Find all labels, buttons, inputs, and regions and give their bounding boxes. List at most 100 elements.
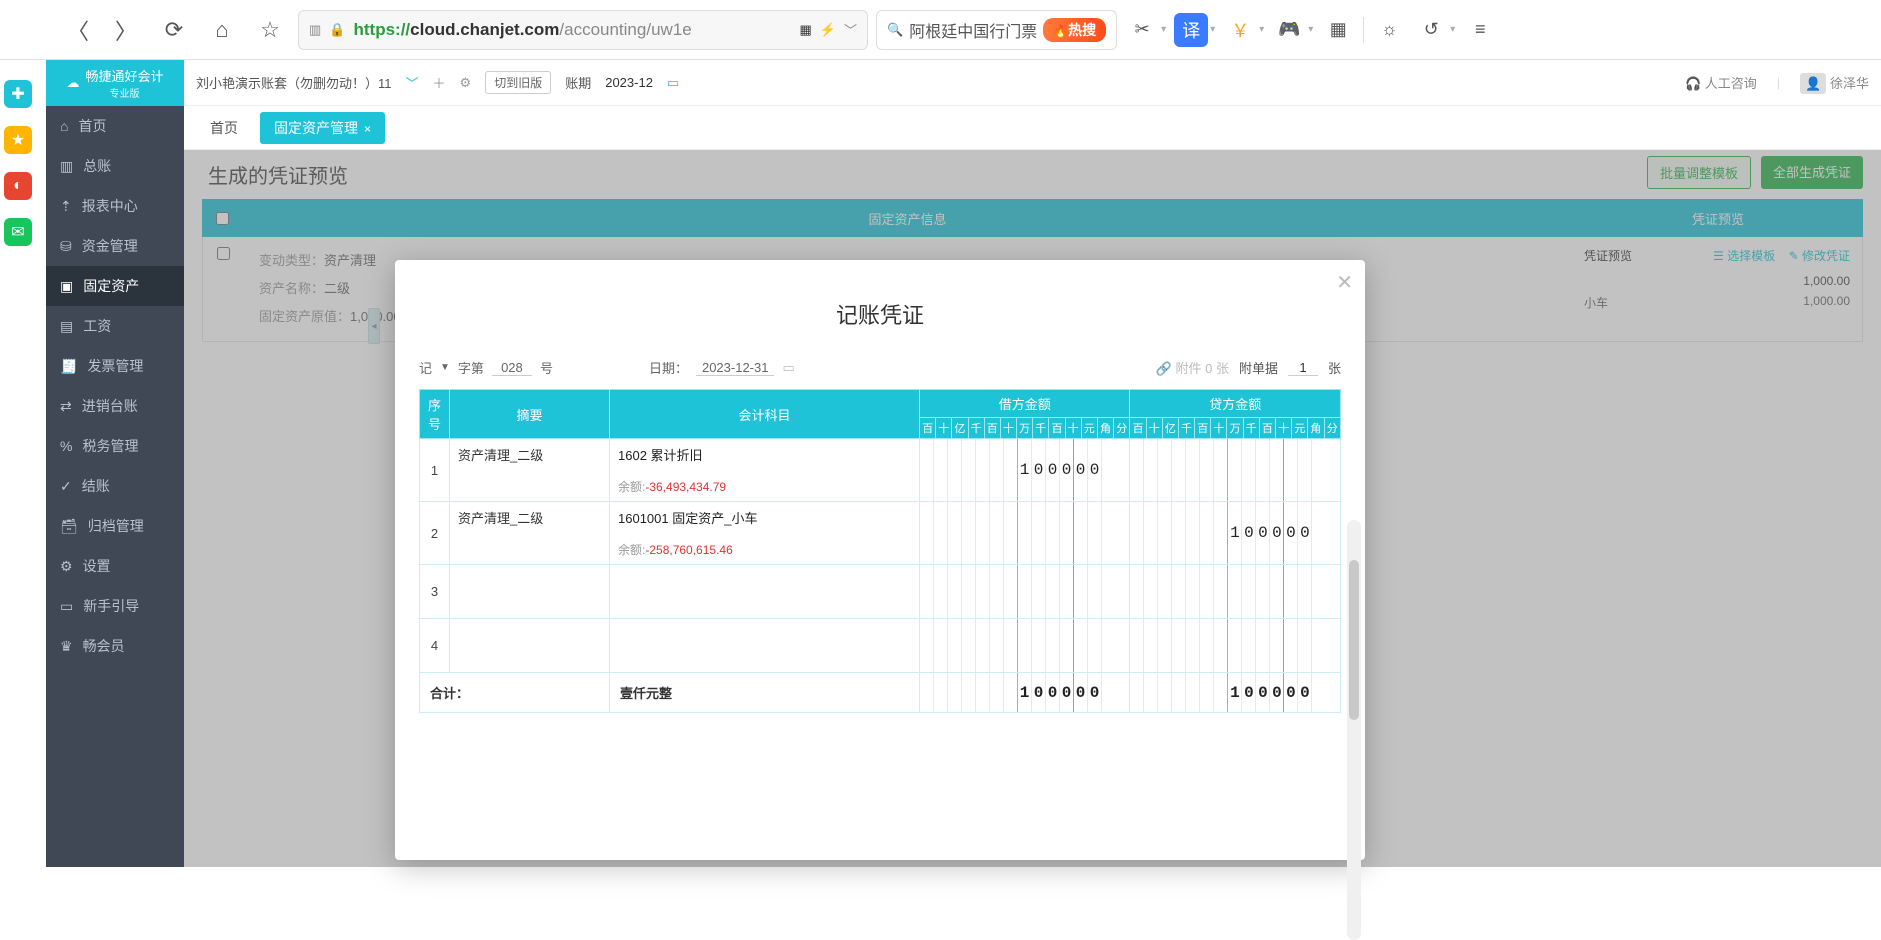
period-label: 账期 [565,73,591,92]
game-icon[interactable]: 🎮 [1272,13,1306,47]
search-icon: 🔍 [887,22,903,38]
app-icon-4[interactable]: ✉ [4,218,32,246]
voucher-meta: 记 ▼ 字第 028 号 日期： 2023-12-31 ▭ 🔗 附件 0 张 附… [395,358,1365,389]
os-icon-strip: ✚ ★ ◐ ✉ [0,60,36,246]
qr-icon[interactable]: ▦ [800,22,812,38]
user-menu[interactable]: 👤 徐泽华 [1800,73,1869,92]
back-icon[interactable]: 〈 [58,10,98,50]
account-dropdown-icon[interactable]: ﹀ [406,73,419,92]
sidebar-item-7[interactable]: ⇄进销台账 [46,386,184,426]
reload-icon[interactable]: ⟳ [154,10,194,50]
sidebar-label: 畅会员 [83,636,125,656]
sidebar-label: 首页 [78,116,106,136]
app-sidebar: ☁ 畅捷通好会计 专业版 ⌂ 首页 ▥ 总账 ⇡报表中心 ⛁ 资金管理 ▣固定资产▤工资 🧾 发票… [46,60,184,867]
sidebar-label: 固定资产 [83,276,139,296]
translate-icon[interactable]: 译 [1174,13,1208,47]
sidebar-icon: ⚙ [60,558,73,575]
sidebar-item-3[interactable]: ⛁ 资金管理 [46,226,184,266]
sidebar-label: 发票管理 [87,356,143,376]
sidebar-icon: ⌂ [60,118,68,134]
modal-title: 记账凭证 [395,298,1365,330]
period-value[interactable]: 2023-12 [605,75,653,90]
app-logo: ☁ 畅捷通好会计 专业版 [46,60,184,106]
sidebar-label: 总账 [83,156,111,176]
hot-badge: 🔥热搜 [1043,18,1106,42]
tab-home[interactable]: 首页 [196,112,252,144]
star-icon[interactable]: ☆ [250,10,290,50]
scrollbar[interactable] [1347,520,1361,940]
sidebar-icon: ▭ [60,598,73,615]
headset-icon: 🎧 [1685,76,1701,91]
switch-old-button[interactable]: 切到旧版 [485,71,551,94]
url-dropdown-icon[interactable]: ﹀ [844,20,857,39]
scrollbar-thumb[interactable] [1349,560,1359,720]
sidebar-icon: ✓ [60,478,72,495]
voucher-row[interactable]: 2 资产清理_二级 1601001 固定资产_小车余额:-258,760,615… [420,502,1341,565]
tab-fixed-asset[interactable]: 固定资产管理× [260,112,385,144]
search-text: 阿根廷中国行门票 [909,18,1037,42]
sidebar-icon: ▥ [60,158,73,175]
sidebar-item-12[interactable]: ▭新手引导 [46,586,184,626]
add-icon[interactable]: ＋ [433,73,446,92]
url-bar[interactable]: ▥ 🔒 https://cloud.chanjet.com/accounting… [298,10,868,50]
voucher-date[interactable]: 2023-12-31 [696,360,775,376]
sidebar-item-8[interactable]: %税务管理 [46,426,184,466]
sidebar-item-10[interactable]: 🗃 归档管理 [46,506,184,546]
forward-icon[interactable]: 〉 [106,10,146,50]
avatar-icon: 👤 [1800,73,1826,94]
lock-icon: 🔒 [329,22,345,38]
sidebar-item-11[interactable]: ⚙ 设置 [46,546,184,586]
voucher-row[interactable]: 3 [420,565,1341,619]
sidebar-icon: 🗃 [60,518,78,535]
sidebar-icon: ♛ [60,638,73,655]
tab-bar: 首页 固定资产管理× [184,106,1881,150]
search-box[interactable]: 🔍 阿根廷中国行门票 🔥热搜 [876,10,1117,50]
cloud-icon: ☁ [66,75,79,91]
account-name[interactable]: 刘小艳演示账套（勿删勿动！）11 [196,73,392,92]
sidebar-item-4[interactable]: ▣固定资产 [46,266,184,306]
voucher-row[interactable]: 4 [420,619,1341,673]
calendar-icon[interactable]: ▭ [667,75,679,91]
sidebar-icon: ⛁ [60,238,72,255]
browser-toolbar: 〈 〉 ⟳ ⌂ ☆ ▥ 🔒 https://cloud.chanjet.com/… [0,0,1881,60]
wallet-icon[interactable]: ￥ [1223,13,1257,47]
app-icon-2[interactable]: ★ [4,126,32,154]
app-topbar: 刘小艳演示账套（勿删勿动！）11 ﹀ ＋ ⚙ 切到旧版 账期 2023-12 ▭… [184,60,1881,106]
bolt-icon[interactable]: ⚡ [820,22,836,38]
close-icon[interactable]: × [364,122,371,136]
sidebar-label: 资金管理 [82,236,138,256]
menu-icon[interactable]: ≡ [1463,13,1497,47]
calendar-icon[interactable]: ▭ [782,360,794,376]
chevron-down-icon[interactable]: ▼ [440,362,450,373]
sidebar-item-1[interactable]: ▥ 总账 [46,146,184,186]
home-icon[interactable]: ⌂ [202,10,242,50]
modal-close-button[interactable]: ✕ [1336,270,1353,295]
sidebar-icon: 🧾 [60,358,77,375]
gear-icon[interactable]: ⚙ [460,75,472,91]
logo-subtext: 专业版 [85,85,163,100]
sidebar-item-5[interactable]: ▤工资 [46,306,184,346]
sidebar-label: 设置 [83,556,111,576]
sidebar-label: 报表中心 [82,196,138,216]
history-icon[interactable]: ↺ [1414,13,1448,47]
sidebar-item-6[interactable]: 🧾 发票管理 [46,346,184,386]
voucher-table: 序号 摘要 会计科目 借方金额 贷方金额 百十亿千百十万千百十元角分百十亿千百十… [419,389,1341,713]
sidebar-item-2[interactable]: ⇡报表中心 [46,186,184,226]
sidebar-item-0[interactable]: ⌂ 首页 [46,106,184,146]
sidebar-label: 进销台账 [82,396,138,416]
scissors-icon[interactable]: ✂ [1125,13,1159,47]
sidebar-item-9[interactable]: ✓结账 [46,466,184,506]
app-icon-1[interactable]: ✚ [4,80,32,108]
brightness-icon[interactable]: ☼ [1372,13,1406,47]
sidebar-label: 归档管理 [88,516,144,536]
voucher-row[interactable]: 1 资产清理_二级 1602 累计折旧余额:-36,493,434.79 100… [420,439,1341,502]
url-text: https://cloud.chanjet.com/accounting/uw1… [353,20,691,40]
voucher-modal: ✕ 记账凭证 记 ▼ 字第 028 号 日期： 2023-12-31 ▭ 🔗 附… [395,260,1365,860]
app-icon-3[interactable]: ◐ [4,172,32,200]
sidebar-item-13[interactable]: ♛ 畅会员 [46,626,184,666]
apps-icon[interactable]: ▦ [1321,13,1355,47]
attach-link[interactable]: 🔗 附件 0 张 [1156,358,1229,377]
support-link[interactable]: 🎧 人工咨询 [1685,73,1757,92]
voucher-number[interactable]: 028 [492,360,532,376]
slip-count[interactable]: 1 [1288,360,1318,376]
